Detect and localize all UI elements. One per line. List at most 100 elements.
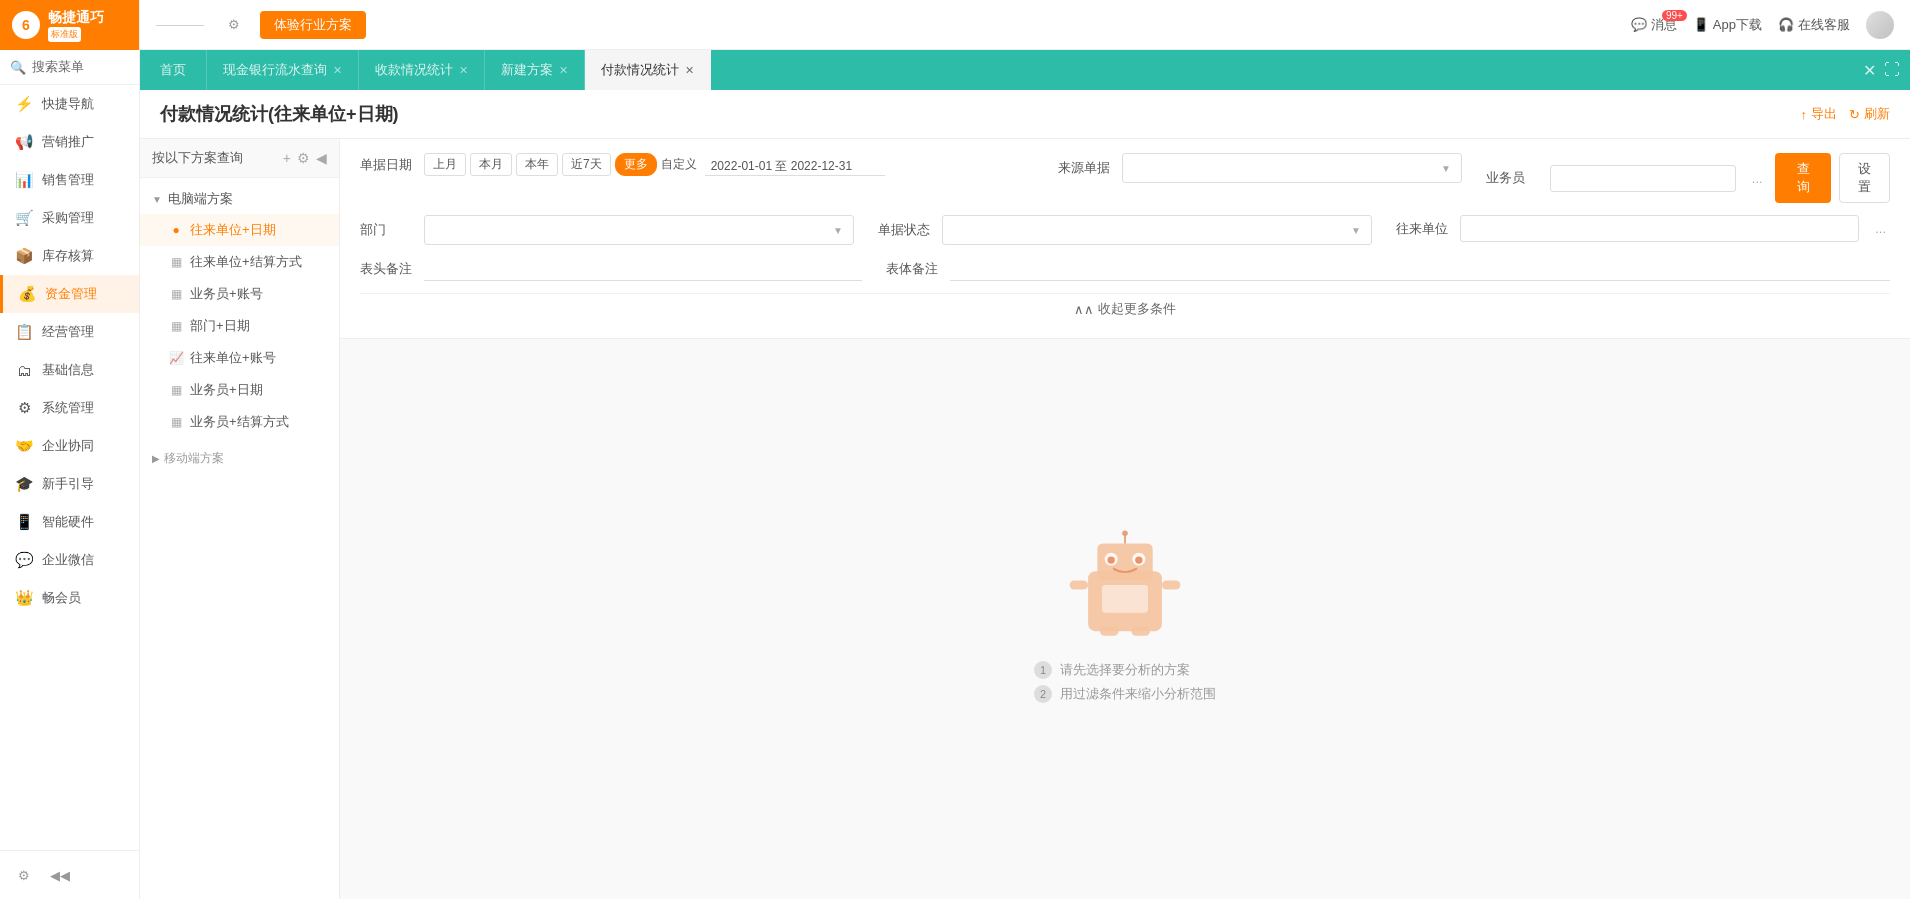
topbar-settings-btn[interactable]: ⚙ <box>220 11 248 39</box>
svg-rect-12 <box>1102 585 1148 613</box>
marketing-icon: 📢 <box>14 133 34 151</box>
filter-row-3: 表头备注 表体备注 <box>360 257 1890 281</box>
quick-nav-icon: ⚡ <box>14 95 34 113</box>
sidebar-item-system[interactable]: ⚙ 系统管理 <box>0 389 139 427</box>
tree-item-staff-account[interactable]: ▦ 业务员+账号 <box>140 278 339 310</box>
desktop-section-header[interactable]: ▼ 电脑端方案 <box>140 184 339 214</box>
online-service-btn[interactable]: 🎧 在线客服 <box>1778 16 1850 34</box>
sidebar-item-cooperation[interactable]: 🤝 企业协同 <box>0 427 139 465</box>
purchase-icon: 🛒 <box>14 209 34 227</box>
sidebar-item-basic-info[interactable]: 🗂 基础信息 <box>0 351 139 389</box>
add-plan-btn[interactable]: + <box>283 150 291 166</box>
plan-icon-3: ▦ <box>168 319 184 333</box>
breadcrumb-part1: ———— <box>156 18 204 32</box>
staff-more-btn[interactable]: ... <box>1748 171 1767 186</box>
sidebar-item-sales[interactable]: 📊 销售管理 <box>0 161 139 199</box>
filter-date-item: 单据日期 上月 本月 本年 近7天 更多 自定义 <box>360 153 1034 176</box>
partner-more-btn[interactable]: ... <box>1871 221 1890 236</box>
tabbar-expand-btn[interactable]: ⛶ <box>1884 61 1900 79</box>
app-download-btn[interactable]: 📱 App下载 <box>1693 16 1762 34</box>
date-btn-last-month[interactable]: 上月 <box>424 153 466 176</box>
svg-rect-8 <box>1070 580 1088 589</box>
tree-item-dept-date[interactable]: ▦ 部门+日期 <box>140 310 339 342</box>
sidebar-collapse-btn[interactable]: ◀◀ <box>46 861 74 889</box>
sidebar-item-hardware[interactable]: 📱 智能硬件 <box>0 503 139 541</box>
source-select[interactable]: ▼ <box>1122 153 1462 183</box>
tab-cash-flow[interactable]: 现金银行流水查询 ✕ <box>207 50 359 90</box>
user-avatar[interactable] <box>1866 11 1894 39</box>
filter-settings-btn[interactable]: 设置 <box>1839 153 1890 203</box>
sidebar-item-purchase[interactable]: 🛒 采购管理 <box>0 199 139 237</box>
date-btn-this-year[interactable]: 本年 <box>516 153 558 176</box>
filter-staff-item: 业务员 ... 查询 设置 <box>1486 153 1890 203</box>
date-btn-more[interactable]: 更多 <box>615 153 657 176</box>
source-label: 来源单据 <box>1058 159 1114 177</box>
export-btn[interactable]: ↑ 导出 <box>1801 105 1838 123</box>
plan-icon-6: ▦ <box>168 415 184 429</box>
source-arrow-icon: ▼ <box>1441 163 1451 174</box>
plan-settings-btn[interactable]: ⚙ <box>297 150 310 166</box>
search-menu[interactable]: 🔍 搜索菜单 <box>0 50 139 85</box>
tree-item-unit-settle[interactable]: ▦ 往来单位+结算方式 <box>140 246 339 278</box>
mobile-section-header[interactable]: ▶ 移动端方案 <box>140 444 339 473</box>
query-btn[interactable]: 查询 <box>1775 153 1832 203</box>
sidebar-item-quick-nav[interactable]: ⚡ 快捷导航 <box>0 85 139 123</box>
notification-btn[interactable]: 💬 消息 99+ <box>1631 16 1677 34</box>
tab-new-plan-close[interactable]: ✕ <box>559 64 568 77</box>
sidebar-item-management[interactable]: 📋 经营管理 <box>0 313 139 351</box>
tree-item-staff-settle[interactable]: ▦ 业务员+结算方式 <box>140 406 339 438</box>
sidebar-item-wechat[interactable]: 💬 企业微信 <box>0 541 139 579</box>
tab-payment-stats-close[interactable]: ✕ <box>685 64 694 77</box>
notification-icon: 💬 <box>1631 17 1647 32</box>
sidebar-item-finance[interactable]: 💰 资金管理 <box>0 275 139 313</box>
tree-item-unit-account[interactable]: 📈 往来单位+账号 <box>140 342 339 374</box>
body-note-label: 表体备注 <box>886 260 942 278</box>
tab-payment-stats[interactable]: 付款情况统计 ✕ <box>585 50 711 90</box>
partner-input[interactable] <box>1460 215 1859 242</box>
sidebar-item-member[interactable]: 👑 畅会员 <box>0 579 139 617</box>
plan-icon-5: ▦ <box>168 383 184 397</box>
empty-hints: 1 请先选择要分析的方案 2 用过滤条件来缩小分析范围 <box>1034 661 1216 703</box>
filter-dept-item: 部门 ▼ <box>360 215 854 245</box>
svg-point-4 <box>1107 556 1114 563</box>
dept-label: 部门 <box>360 221 416 239</box>
sidebar-settings-btn[interactable]: ⚙ <box>10 861 38 889</box>
download-icon: 📱 <box>1693 17 1709 32</box>
logo-icon: 6 <box>12 11 40 39</box>
tab-receipt-stats[interactable]: 收款情况统计 ✕ <box>359 50 485 90</box>
export-icon: ↑ <box>1801 107 1808 122</box>
doc-status-select[interactable]: ▼ <box>942 215 1372 245</box>
refresh-btn[interactable]: ↻ 刷新 <box>1849 105 1890 123</box>
date-btn-this-month[interactable]: 本月 <box>470 153 512 176</box>
tab-home[interactable]: 首页 <box>140 50 207 90</box>
doc-status-arrow-icon: ▼ <box>1351 225 1361 236</box>
tree-item-staff-date[interactable]: ▦ 业务员+日期 <box>140 374 339 406</box>
tab-new-plan[interactable]: 新建方案 ✕ <box>485 50 585 90</box>
data-area: 1 请先选择要分析的方案 2 用过滤条件来缩小分析范围 <box>340 339 1910 899</box>
left-panel-action-btns: + ⚙ ◀ <box>283 150 327 166</box>
tree-item-unit-date[interactable]: ● 往来单位+日期 <box>140 214 339 246</box>
header-note-input[interactable] <box>424 257 862 281</box>
tabbar-close-btn[interactable]: ✕ <box>1863 61 1876 80</box>
tab-receipt-stats-close[interactable]: ✕ <box>459 64 468 77</box>
gear-icon: ⚙ <box>228 17 240 32</box>
filter-row-2: 部门 ▼ 单据状态 ▼ <box>360 215 1890 245</box>
tabbar: 首页 现金银行流水查询 ✕ 收款情况统计 ✕ 新建方案 ✕ 付款情况统计 ✕ ✕… <box>140 50 1910 90</box>
date-range-input[interactable] <box>705 157 885 176</box>
tabbar-actions: ✕ ⛶ <box>1853 50 1910 90</box>
tab-cash-flow-close[interactable]: ✕ <box>333 64 342 77</box>
collapse-filter-btn[interactable]: ∧∧ 收起更多条件 <box>360 293 1890 324</box>
panel-collapse-btn[interactable]: ◀ <box>316 150 327 166</box>
hardware-icon: 📱 <box>14 513 34 531</box>
body-note-input[interactable] <box>950 257 1890 281</box>
empty-hint-1: 1 请先选择要分析的方案 <box>1034 661 1216 679</box>
logo-badge: 标准版 <box>48 27 81 42</box>
sidebar-item-guide[interactable]: 🎓 新手引导 <box>0 465 139 503</box>
staff-input[interactable] <box>1550 165 1736 192</box>
sidebar-item-inventory[interactable]: 📦 库存核算 <box>0 237 139 275</box>
dept-arrow-icon: ▼ <box>833 225 843 236</box>
sidebar-item-marketing[interactable]: 📢 营销推广 <box>0 123 139 161</box>
dept-select[interactable]: ▼ <box>424 215 854 245</box>
date-btn-7days[interactable]: 近7天 <box>562 153 611 176</box>
demo-btn[interactable]: 体验行业方案 <box>260 11 366 39</box>
